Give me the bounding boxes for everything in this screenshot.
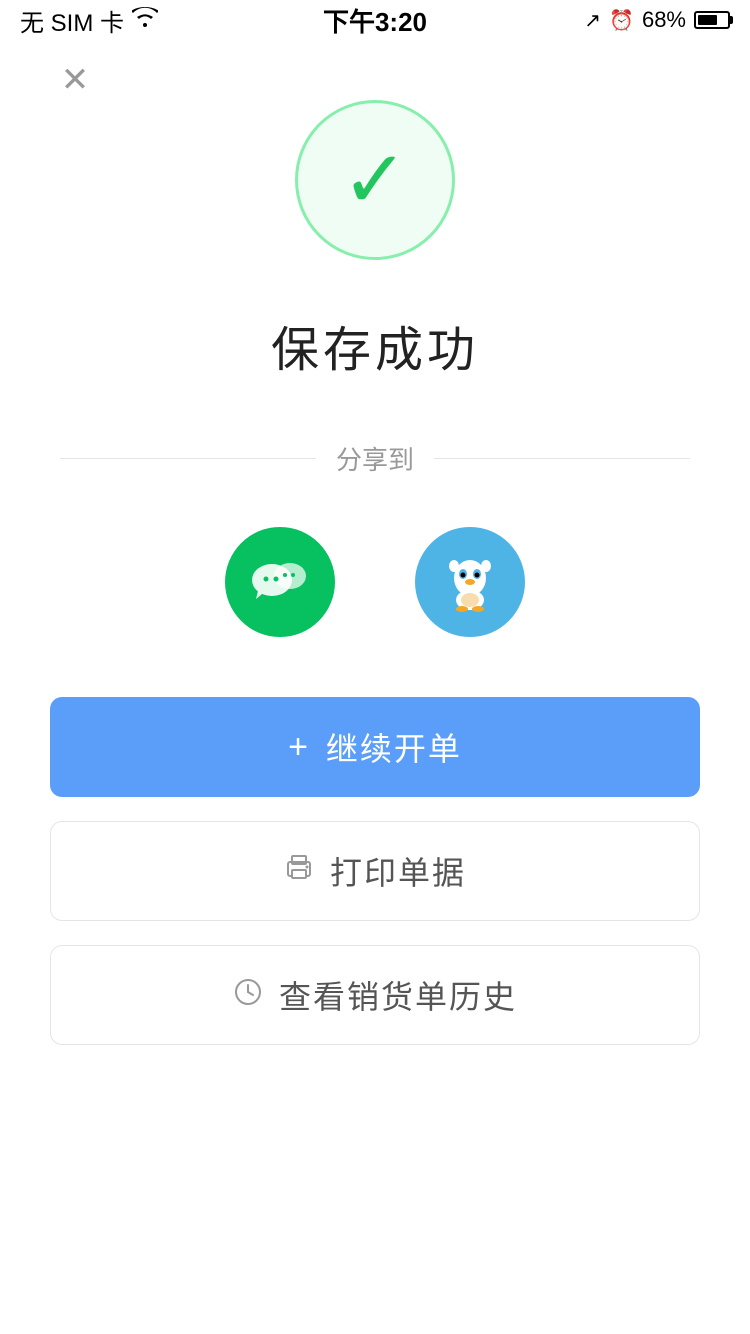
history-icon <box>233 977 263 1014</box>
divider-left <box>60 458 316 459</box>
divider-right <box>434 458 690 459</box>
alarm-icon: ⏰ <box>609 8 634 33</box>
battery-icon <box>694 11 730 29</box>
share-section: 分享到 <box>0 440 750 637</box>
status-right: ↗ ⏰ 68% <box>584 7 730 33</box>
share-label: 分享到 <box>336 440 414 477</box>
action-buttons: + 继续开单 打印单据 查看销货单历史 <box>0 697 750 1045</box>
continue-plus-icon: + <box>288 728 310 767</box>
history-label: 查看销货单历史 <box>279 972 517 1018</box>
wechat-share-button[interactable] <box>225 527 335 637</box>
qq-share-button[interactable] <box>415 527 525 637</box>
checkmark-icon: ✓ <box>341 140 408 220</box>
status-time: 下午3:20 <box>323 2 427 39</box>
qq-icon <box>438 550 503 615</box>
success-circle: ✓ <box>295 100 455 260</box>
share-icons <box>60 527 690 637</box>
print-button[interactable]: 打印单据 <box>50 821 700 921</box>
print-icon <box>284 852 314 890</box>
status-left: 无 SIM 卡 <box>20 3 158 38</box>
carrier-text: 无 SIM 卡 <box>20 3 124 38</box>
wifi-icon <box>132 7 158 33</box>
close-button[interactable]: ✕ <box>50 55 100 105</box>
history-button[interactable]: 查看销货单历史 <box>50 945 700 1045</box>
print-label: 打印单据 <box>330 848 466 894</box>
close-icon: ✕ <box>61 63 90 97</box>
battery-text: 68% <box>642 7 686 33</box>
share-divider: 分享到 <box>60 440 690 477</box>
location-icon: ↗ <box>584 8 601 33</box>
success-title: 保存成功 <box>271 310 479 380</box>
wechat-icon <box>248 550 313 615</box>
main-content: ✓ 保存成功 分享到 <box>0 40 750 1045</box>
continue-label: 继续开单 <box>326 724 462 770</box>
status-bar: 无 SIM 卡 下午3:20 ↗ ⏰ 68% <box>0 0 750 40</box>
continue-button[interactable]: + 继续开单 <box>50 697 700 797</box>
